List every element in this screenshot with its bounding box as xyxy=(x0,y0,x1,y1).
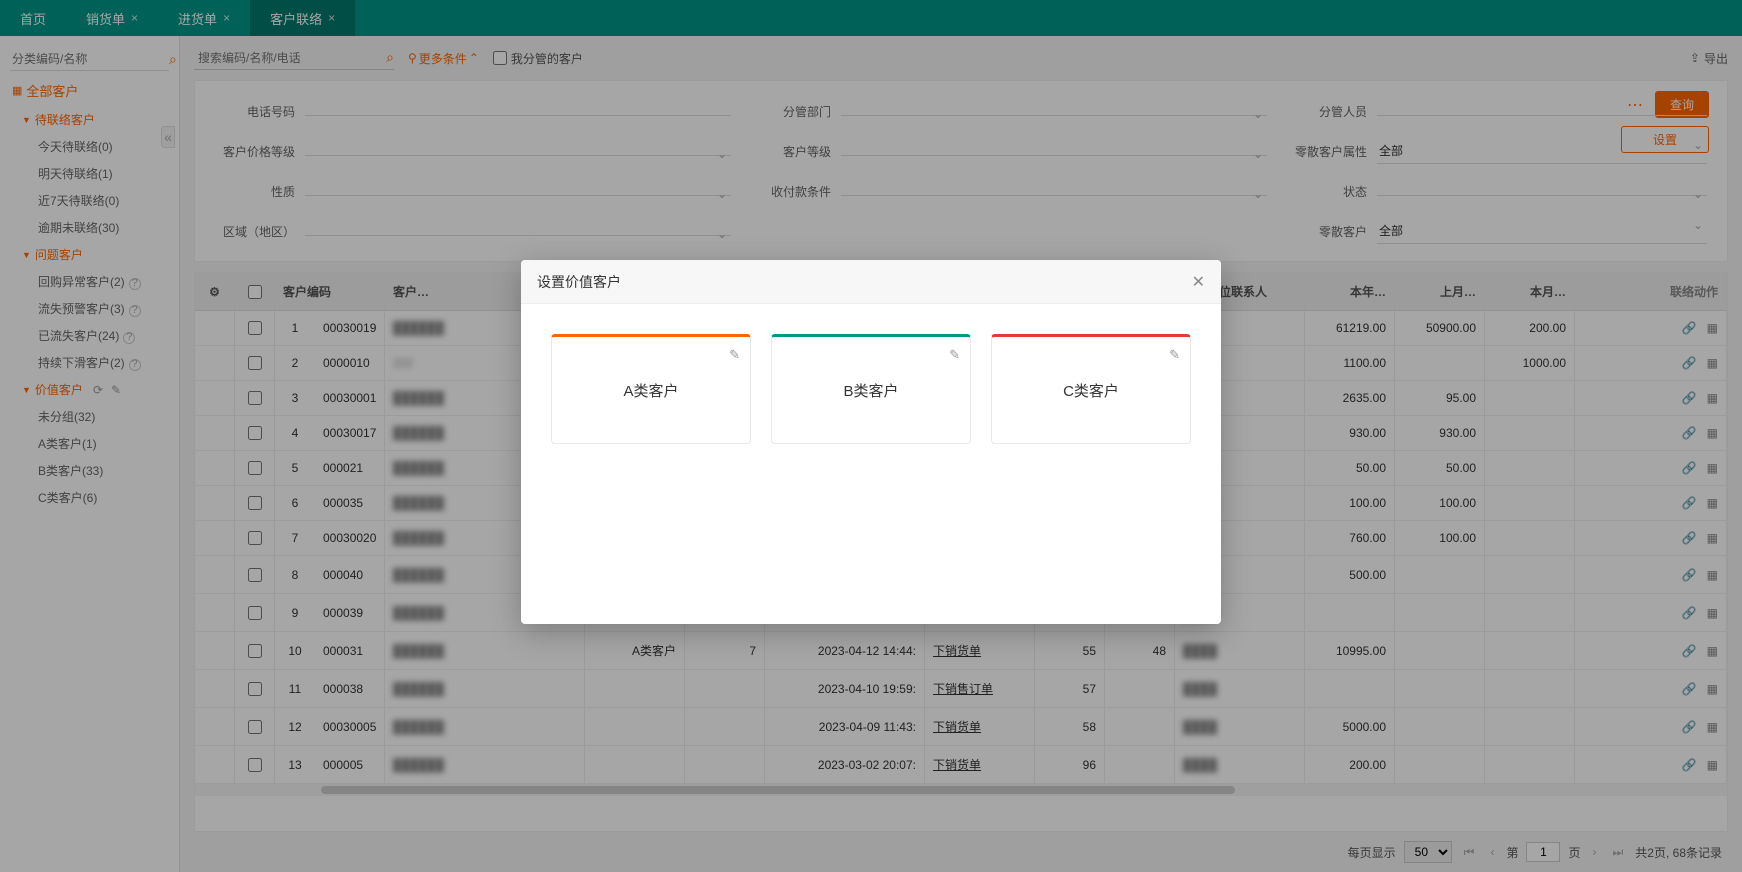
modal-title: 设置价值客户 xyxy=(537,272,621,292)
value-customer-modal: 设置价值客户 ✕ ✎A类客户 ✎B类客户 ✎C类客户 xyxy=(521,260,1221,624)
edit-icon[interactable]: ✎ xyxy=(729,347,740,363)
card-a[interactable]: ✎A类客户 xyxy=(551,334,751,444)
card-c[interactable]: ✎C类客户 xyxy=(991,334,1191,444)
edit-icon[interactable]: ✎ xyxy=(949,347,960,363)
card-b[interactable]: ✎B类客户 xyxy=(771,334,971,444)
edit-icon[interactable]: ✎ xyxy=(1169,347,1180,363)
close-icon[interactable]: ✕ xyxy=(1192,272,1205,292)
